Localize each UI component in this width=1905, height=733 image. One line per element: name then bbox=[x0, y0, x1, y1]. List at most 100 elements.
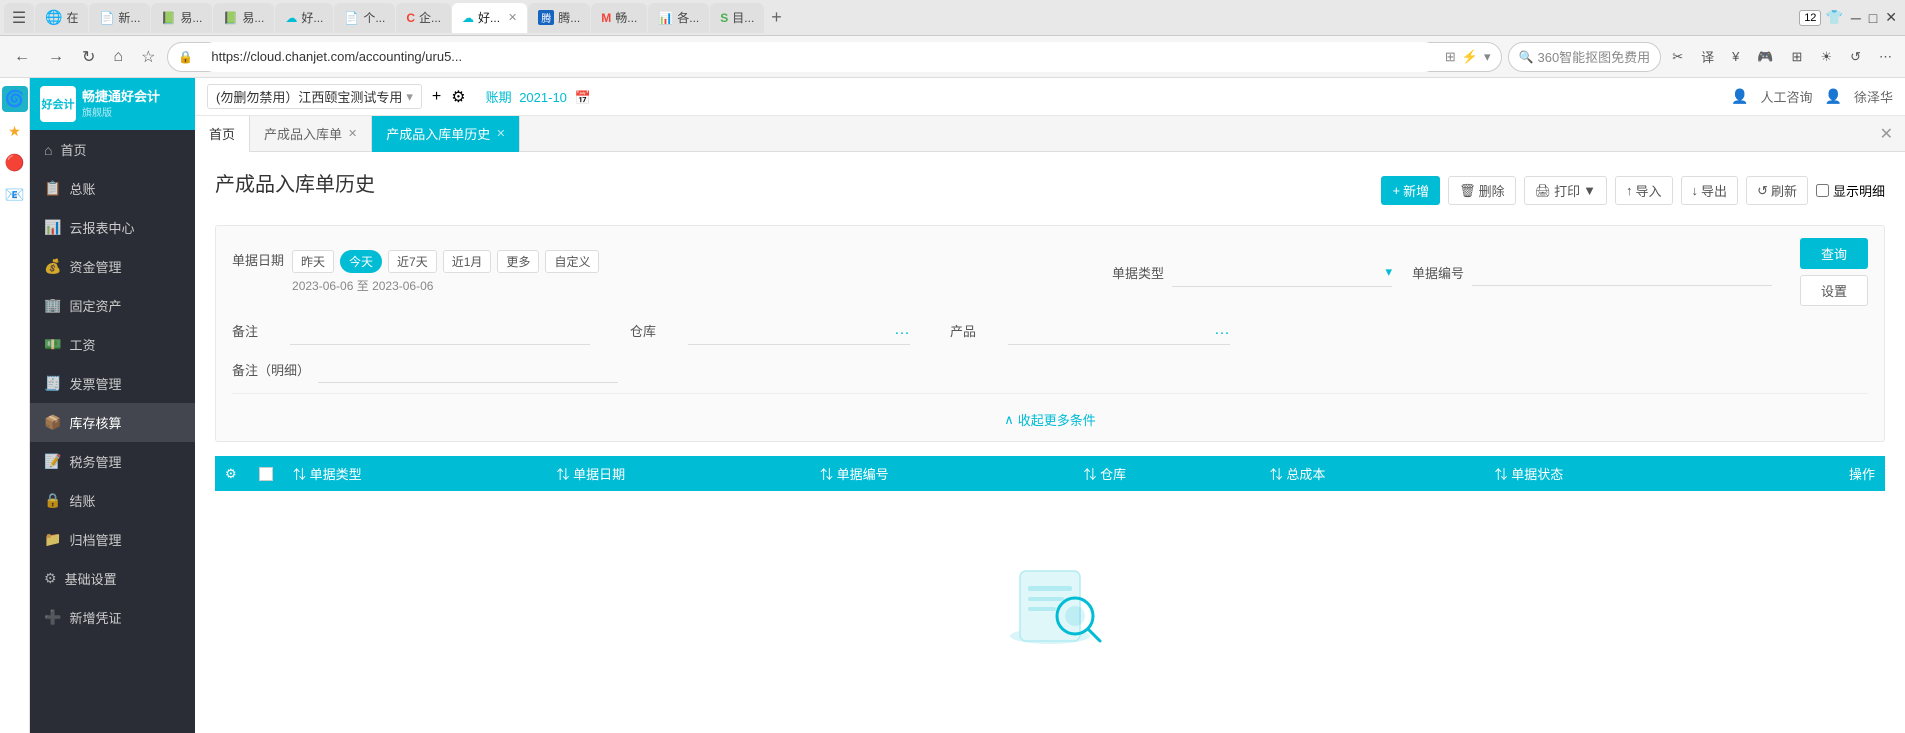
select-all-checkbox[interactable] bbox=[259, 467, 273, 481]
sidebar-item-payroll[interactable]: 💵 工资 bbox=[30, 325, 195, 364]
sidebar-icon-3[interactable]: 📧 bbox=[2, 182, 28, 208]
more-btn[interactable]: ⋯ bbox=[1874, 47, 1897, 67]
browser-tab-2[interactable]: 📄 新... bbox=[89, 3, 150, 33]
browser-tab-5[interactable]: ☁ 好... bbox=[275, 3, 333, 33]
calendar-icon[interactable]: 📅 bbox=[575, 90, 591, 105]
type-select-arrow[interactable]: ▾ bbox=[1385, 264, 1392, 280]
date-7days-btn[interactable]: 近7天 bbox=[388, 250, 437, 273]
company-selector[interactable]: (勿删勿禁用）江西颐宝测试专用 ▾ bbox=[207, 84, 422, 109]
sidebar-item-settings[interactable]: ⚙ 基础设置 bbox=[30, 559, 195, 598]
username-label[interactable]: 徐泽华 bbox=[1854, 87, 1893, 106]
date-today-btn[interactable]: 今天 bbox=[340, 250, 382, 273]
col-status[interactable]: ⇅ 单据状态 bbox=[1485, 456, 1749, 491]
game-btn[interactable]: 🎮 bbox=[1752, 47, 1778, 67]
window-shirt-icon[interactable]: 👕 bbox=[1821, 9, 1846, 26]
number-filter-input[interactable] bbox=[1472, 258, 1772, 286]
page-close-all-button[interactable]: ✕ bbox=[1868, 124, 1905, 144]
back-button[interactable]: ← bbox=[8, 46, 36, 68]
apps-btn[interactable]: ⊞ bbox=[1787, 47, 1808, 67]
list-tab[interactable]: 产成品入库单 ✕ bbox=[250, 116, 372, 152]
browser-tab-1[interactable]: 🌐 在 bbox=[35, 3, 88, 33]
print-button[interactable]: 🖨 打印 ▼ bbox=[1524, 176, 1607, 205]
import-button[interactable]: ↑ 导入 bbox=[1615, 176, 1673, 205]
query-button[interactable]: 查询 bbox=[1800, 238, 1868, 269]
browser-tab-11[interactable]: 📊 各... bbox=[648, 3, 709, 33]
scissors-btn[interactable]: ✂ bbox=[1667, 47, 1688, 67]
export-button[interactable]: ↓ 导出 bbox=[1681, 176, 1739, 205]
sidebar-item-archive[interactable]: 📁 归档管理 bbox=[30, 520, 195, 559]
product-dots-btn[interactable]: … bbox=[1214, 321, 1230, 339]
breadcrumb-tab[interactable]: 首页 bbox=[195, 116, 250, 152]
col-date[interactable]: ⇅ 单据日期 bbox=[547, 456, 811, 491]
tab-navigation-back[interactable]: ☰ bbox=[4, 3, 34, 33]
col-type[interactable]: ⇅ 单据类型 bbox=[283, 456, 547, 491]
browser-tab-7[interactable]: C 企... bbox=[396, 3, 451, 33]
display-detail-toggle[interactable]: 显示明细 bbox=[1816, 181, 1885, 200]
browser-tab-9[interactable]: 腾 腾... bbox=[528, 3, 590, 33]
browser-tab-10[interactable]: M 畅... bbox=[591, 3, 647, 33]
forward-button[interactable]: → bbox=[42, 46, 70, 68]
add-button[interactable]: + 新增 bbox=[1381, 176, 1440, 205]
refresh-button[interactable]: ↻ bbox=[76, 45, 101, 69]
window-maximize-button[interactable]: □ bbox=[1865, 10, 1881, 26]
print-dropdown-arrow[interactable]: ▼ bbox=[1583, 183, 1596, 198]
col-warehouse[interactable]: ⇅ 仓库 bbox=[1074, 456, 1260, 491]
display-detail-checkbox[interactable] bbox=[1816, 184, 1829, 197]
date-yesterday-btn[interactable]: 昨天 bbox=[292, 250, 334, 273]
history-tab-close[interactable]: ✕ bbox=[496, 127, 505, 140]
col-number[interactable]: ⇅ 单据编号 bbox=[810, 456, 1074, 491]
sidebar-item-ledger[interactable]: 📋 总账 bbox=[30, 169, 195, 208]
dropdown-arrow[interactable]: ▾ bbox=[1484, 49, 1491, 65]
customer-service-label[interactable]: 人工咨询 bbox=[1761, 87, 1813, 106]
set-button[interactable]: 设置 bbox=[1800, 275, 1868, 306]
translate-btn[interactable]: 译 bbox=[1696, 45, 1719, 68]
sidebar-item-inventory[interactable]: 📦 库存核算 bbox=[30, 403, 195, 442]
browser-tab-8-active[interactable]: ☁ 好... ✕ bbox=[452, 3, 527, 33]
warehouse-filter-input[interactable] bbox=[688, 316, 890, 344]
browser-tab-3[interactable]: 📗 易... bbox=[151, 3, 212, 33]
bookmark-button[interactable]: ☆ bbox=[135, 45, 161, 69]
sidebar-item-funds[interactable]: 💰 资金管理 bbox=[30, 247, 195, 286]
date-more-btn[interactable]: 更多 bbox=[497, 250, 539, 273]
detail-note-filter-input[interactable] bbox=[318, 355, 618, 383]
sidebar-icon-1[interactable]: ★ bbox=[2, 118, 28, 144]
list-tab-close[interactable]: ✕ bbox=[348, 127, 357, 140]
sidebar-item-home[interactable]: ⌂ 首页 bbox=[30, 130, 195, 169]
sidebar-item-reports[interactable]: 📊 云报表中心 bbox=[30, 208, 195, 247]
yuan-btn[interactable]: ¥ bbox=[1727, 47, 1744, 66]
browser-tab-4[interactable]: 📗 易... bbox=[213, 3, 274, 33]
sidebar-item-fixed-label: 固定资产 bbox=[69, 296, 121, 315]
history-tab[interactable]: 产成品入库单历史 ✕ bbox=[372, 116, 520, 152]
warehouse-dots-btn[interactable]: … bbox=[894, 321, 910, 339]
sidebar-icon-2[interactable]: 🔴 bbox=[2, 150, 28, 176]
company-settings-button[interactable]: ⚙ bbox=[451, 87, 465, 107]
date-custom-btn[interactable]: 自定义 bbox=[545, 250, 599, 273]
new-tab-button[interactable]: + bbox=[765, 7, 788, 28]
undo-btn[interactable]: ↺ bbox=[1845, 47, 1866, 67]
sidebar-item-newbill[interactable]: ➕ 新增凭证 bbox=[30, 598, 195, 637]
home-button[interactable]: ⌂ bbox=[107, 46, 129, 68]
table-settings-col[interactable]: ⚙ bbox=[215, 456, 249, 491]
type-filter-input[interactable] bbox=[1172, 258, 1381, 286]
collapse-filter-button[interactable]: ∧ 收起更多条件 bbox=[1004, 410, 1096, 429]
sidebar-item-fixed[interactable]: 🏢 固定资产 bbox=[30, 286, 195, 325]
theme-btn[interactable]: ☀ bbox=[1815, 47, 1837, 67]
product-filter-input[interactable] bbox=[1008, 316, 1210, 344]
browser-tab-6[interactable]: 📄 个... bbox=[334, 3, 395, 33]
window-minimize-button[interactable]: ─ bbox=[1847, 10, 1865, 26]
window-close-button[interactable]: ✕ bbox=[1881, 9, 1901, 26]
browser-tab-12[interactable]: S 目... bbox=[710, 3, 764, 33]
col-total-cost[interactable]: ⇅ 总成本 bbox=[1260, 456, 1485, 491]
delete-button[interactable]: 🗑 删除 bbox=[1448, 176, 1516, 205]
note-filter-input[interactable] bbox=[290, 317, 590, 345]
table-checkbox-col[interactable] bbox=[249, 456, 283, 491]
address-input[interactable] bbox=[199, 42, 1439, 72]
sidebar-item-checkout[interactable]: 🔒 结账 bbox=[30, 481, 195, 520]
sidebar-item-invoice[interactable]: 🧾 发票管理 bbox=[30, 364, 195, 403]
tab-close-8[interactable]: ✕ bbox=[508, 11, 517, 24]
sidebar-item-tax[interactable]: 📝 税务管理 bbox=[30, 442, 195, 481]
date-1month-btn[interactable]: 近1月 bbox=[443, 250, 492, 273]
add-company-button[interactable]: + bbox=[432, 88, 441, 106]
refresh-toolbar-button[interactable]: ↺ 刷新 bbox=[1746, 176, 1808, 205]
app-logo-icon[interactable]: 🌀 bbox=[2, 86, 28, 112]
